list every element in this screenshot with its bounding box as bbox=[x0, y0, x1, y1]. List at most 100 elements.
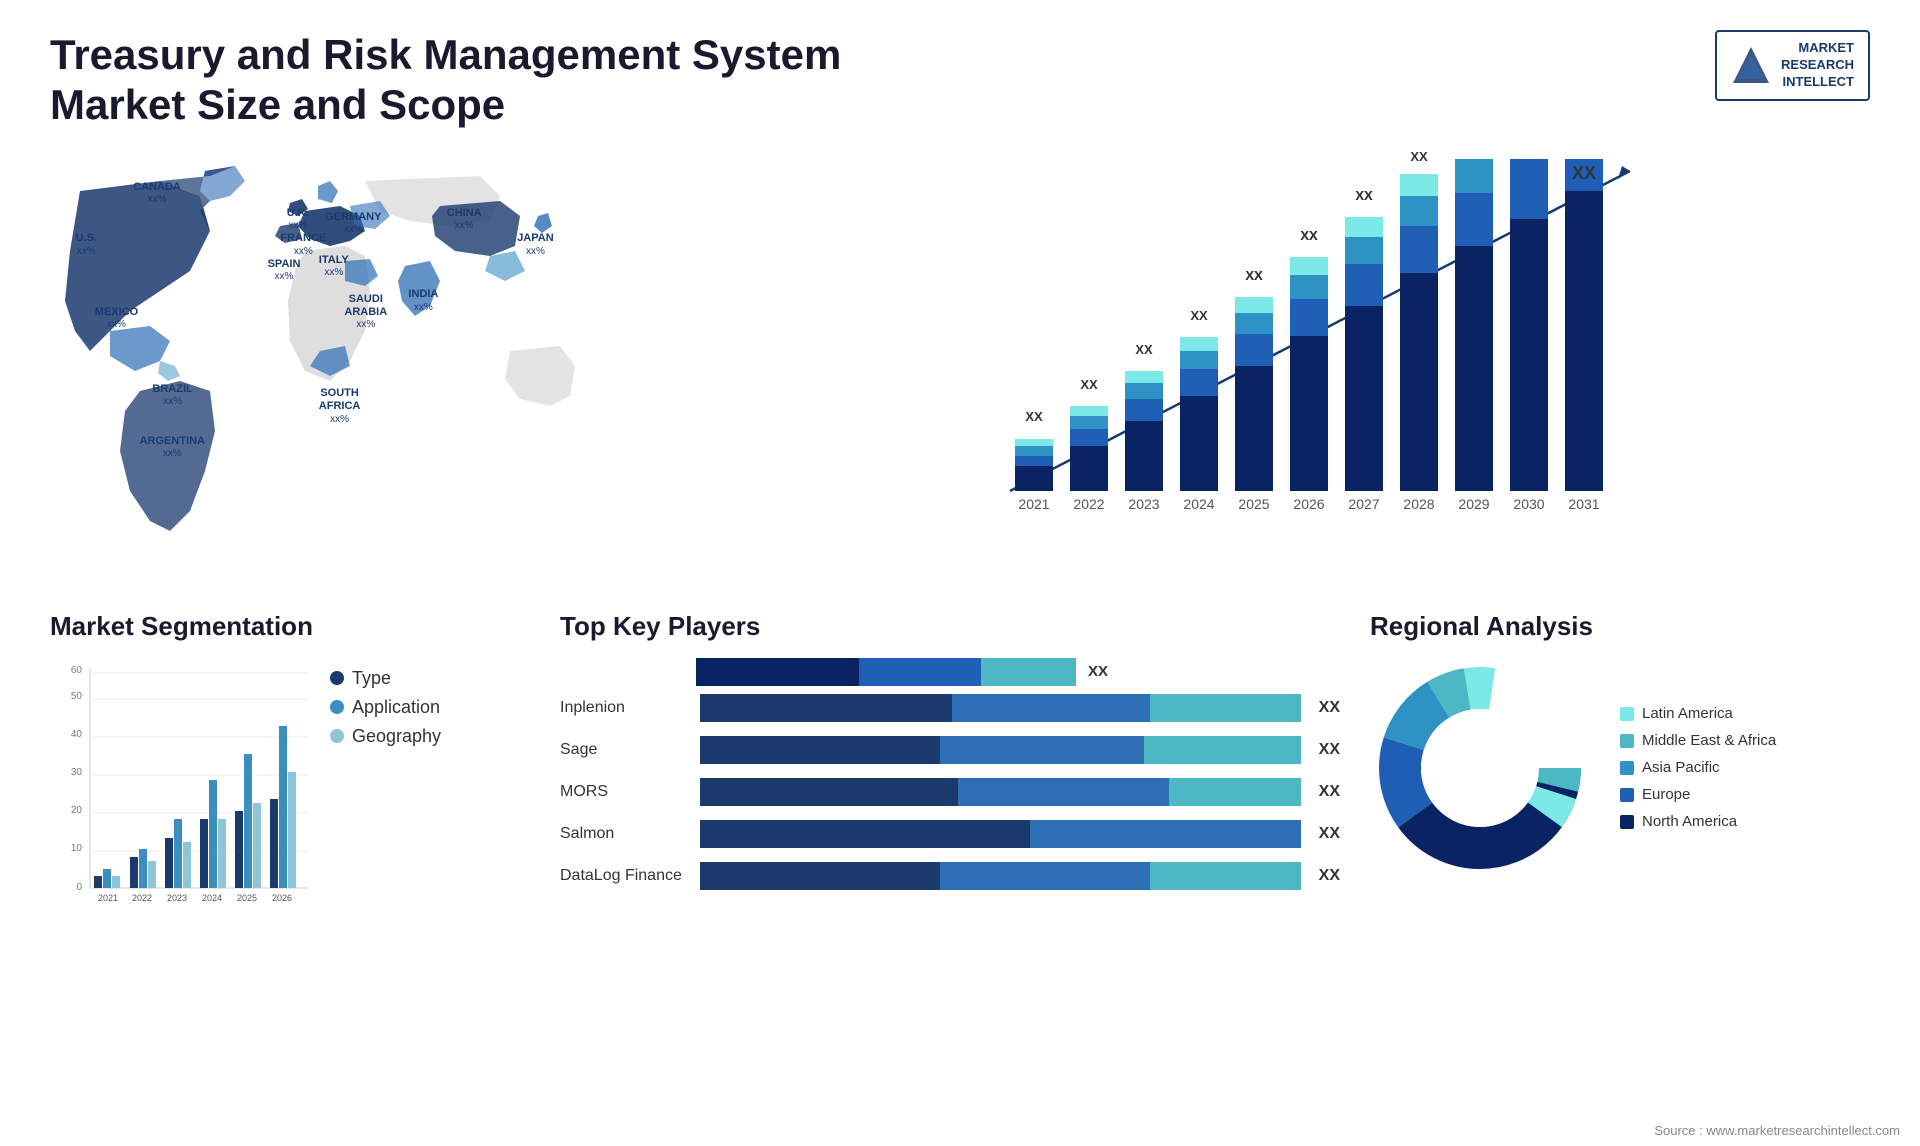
legend-latin-america: Latin America bbox=[1620, 705, 1776, 722]
seg-legend: Type Application Geography bbox=[330, 668, 441, 747]
label-india: INDIAxx% bbox=[408, 288, 438, 313]
logo-icon bbox=[1731, 45, 1771, 85]
legend-geography: Geography bbox=[330, 726, 441, 747]
player-name-sage: Sage bbox=[560, 741, 690, 759]
svg-text:40: 40 bbox=[71, 729, 83, 740]
legend-ap-color bbox=[1620, 761, 1634, 775]
bottom-grid: Market Segmentation 0 10 20 30 40 50 60 bbox=[50, 611, 1870, 918]
svg-text:2029: 2029 bbox=[1458, 496, 1489, 512]
label-brazil: BRAZILxx% bbox=[152, 383, 192, 408]
legend-type-dot bbox=[330, 671, 344, 685]
label-china: CHINAxx% bbox=[447, 207, 482, 232]
logo-text: MARKET RESEARCH INTELLECT bbox=[1781, 40, 1854, 91]
label-canada: CANADAxx% bbox=[133, 181, 181, 206]
player-xx-datalog: XX bbox=[1319, 867, 1340, 885]
player-xx-mors: XX bbox=[1319, 783, 1340, 801]
svg-text:XX: XX bbox=[1080, 377, 1098, 392]
svg-text:2027: 2027 bbox=[1348, 496, 1379, 512]
svg-text:2031: 2031 bbox=[1568, 496, 1599, 512]
player-xx-inplenion: XX bbox=[1319, 699, 1340, 717]
map-section: CANADAxx% U.S.xx% MEXICOxx% BRAZILxx% AR… bbox=[50, 151, 690, 581]
players-section: Top Key Players XX Inplenion bbox=[560, 611, 1340, 918]
label-mexico: MEXICOxx% bbox=[95, 306, 138, 331]
main-grid: CANADAxx% U.S.xx% MEXICOxx% BRAZILxx% AR… bbox=[50, 151, 1870, 918]
svg-text:20: 20 bbox=[71, 805, 83, 816]
svg-text:2023: 2023 bbox=[1128, 496, 1159, 512]
svg-text:XX: XX bbox=[1245, 268, 1263, 283]
label-saudi: SAUDIARABIAxx% bbox=[344, 293, 387, 331]
svg-text:50: 50 bbox=[71, 691, 83, 702]
player-xx-salmon: XX bbox=[1319, 825, 1340, 843]
player-name-mors: MORS bbox=[560, 783, 690, 801]
regional-title: Regional Analysis bbox=[1370, 611, 1870, 642]
regional-section: Regional Analysis bbox=[1370, 611, 1870, 918]
label-us: U.S.xx% bbox=[76, 232, 97, 257]
svg-text:XX: XX bbox=[1355, 188, 1373, 203]
label-italy: ITALYxx% bbox=[319, 254, 349, 279]
player-sage: Sage XX bbox=[560, 736, 1340, 764]
svg-text:30: 30 bbox=[71, 767, 83, 778]
bar-chart-svg: XX XX XX bbox=[730, 151, 1870, 531]
svg-text:2022: 2022 bbox=[132, 893, 152, 903]
legend-type: Type bbox=[330, 668, 441, 689]
svg-text:2025: 2025 bbox=[237, 893, 257, 903]
player-salmon: Salmon XX bbox=[560, 820, 1340, 848]
donut-legend: Latin America Middle East & Africa Asia … bbox=[1620, 705, 1776, 830]
svg-text:XX: XX bbox=[1135, 342, 1153, 357]
donut-svg bbox=[1370, 658, 1590, 878]
map-container: CANADAxx% U.S.xx% MEXICOxx% BRAZILxx% AR… bbox=[50, 151, 690, 581]
svg-text:0: 0 bbox=[76, 882, 82, 893]
svg-text:2026: 2026 bbox=[272, 893, 292, 903]
svg-text:10: 10 bbox=[71, 843, 83, 854]
legend-mea-color bbox=[1620, 734, 1634, 748]
segmentation-title: Market Segmentation bbox=[50, 611, 530, 642]
svg-text:2024: 2024 bbox=[202, 893, 222, 903]
donut-area: Latin America Middle East & Africa Asia … bbox=[1370, 658, 1870, 878]
player-mors: MORS XX bbox=[560, 778, 1340, 806]
label-spain: SPAINxx% bbox=[268, 258, 301, 283]
legend-north-america: North America bbox=[1620, 813, 1776, 830]
svg-text:XX: XX bbox=[1300, 228, 1318, 243]
label-germany: GERMANYxx% bbox=[325, 211, 381, 236]
player-name-inplenion: Inplenion bbox=[560, 699, 690, 717]
player-inplenion: Inplenion XX bbox=[560, 694, 1340, 722]
svg-text:2025: 2025 bbox=[1238, 496, 1269, 512]
svg-text:60: 60 bbox=[71, 665, 83, 676]
label-uk: U.K.xx% bbox=[287, 207, 309, 232]
header: Treasury and Risk Management System Mark… bbox=[50, 30, 1870, 131]
legend-la-color bbox=[1620, 707, 1634, 721]
legend-application-dot bbox=[330, 700, 344, 714]
svg-text:XX: XX bbox=[1025, 409, 1043, 424]
svg-text:XX: XX bbox=[1410, 151, 1428, 164]
label-southafrica: SOUTHAFRICAxx% bbox=[319, 387, 361, 425]
legend-europe: Europe bbox=[1620, 786, 1776, 803]
seg-chart-svg: 0 10 20 30 40 50 60 bbox=[50, 658, 310, 918]
svg-text:2024: 2024 bbox=[1183, 496, 1214, 512]
logo: MARKET RESEARCH INTELLECT bbox=[1715, 30, 1870, 101]
legend-mea: Middle East & Africa bbox=[1620, 732, 1776, 749]
svg-text:2023: 2023 bbox=[167, 893, 187, 903]
bar-chart-area: XX XX XX bbox=[730, 151, 1870, 531]
svg-text:2021: 2021 bbox=[1018, 496, 1049, 512]
chart-section: XX XX XX bbox=[710, 151, 1870, 581]
player-name-salmon: Salmon bbox=[560, 825, 690, 843]
players-title: Top Key Players bbox=[560, 611, 1340, 642]
svg-text:2028: 2028 bbox=[1403, 496, 1434, 512]
svg-text:2030: 2030 bbox=[1513, 496, 1544, 512]
player-datalog: DataLog Finance XX bbox=[560, 862, 1340, 890]
svg-text:2022: 2022 bbox=[1073, 496, 1104, 512]
svg-text:XX: XX bbox=[1572, 163, 1596, 183]
player-xx-sage: XX bbox=[1319, 741, 1340, 759]
label-argentina: ARGENTINAxx% bbox=[140, 435, 205, 460]
svg-text:2021: 2021 bbox=[98, 893, 118, 903]
source-text: Source : www.marketresearchintellect.com bbox=[1654, 1123, 1900, 1138]
legend-application: Application bbox=[330, 697, 441, 718]
legend-asia-pacific: Asia Pacific bbox=[1620, 759, 1776, 776]
page: Treasury and Risk Management System Mark… bbox=[0, 0, 1920, 1146]
svg-text:2026: 2026 bbox=[1293, 496, 1324, 512]
svg-text:XX: XX bbox=[1190, 308, 1208, 323]
legend-na-color bbox=[1620, 815, 1634, 829]
page-title: Treasury and Risk Management System Mark… bbox=[50, 30, 950, 131]
segmentation-section: Market Segmentation 0 10 20 30 40 50 60 bbox=[50, 611, 530, 918]
legend-eu-color bbox=[1620, 788, 1634, 802]
